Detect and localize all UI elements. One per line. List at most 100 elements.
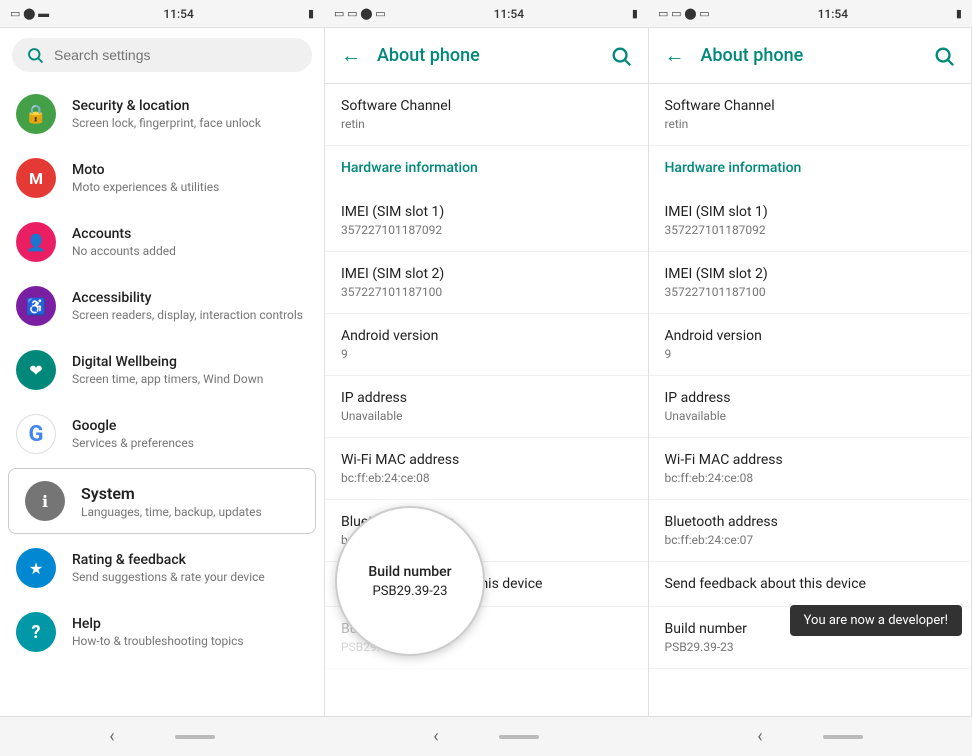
- right-ip-title: IP address: [665, 390, 956, 406]
- right-panel-title: About phone: [701, 45, 918, 66]
- battery-left: ▮: [308, 7, 314, 20]
- search-input[interactable]: [54, 47, 298, 63]
- sidebar-item-accounts[interactable]: 👤 Accounts No accounts added: [0, 210, 324, 274]
- sidebar-item-help[interactable]: ? Help How-to & troubleshooting topics: [0, 600, 324, 664]
- accessibility-subtitle: Screen readers, display, interaction con…: [72, 308, 308, 322]
- right-ip-value: Unavailable: [665, 409, 956, 423]
- middle-android-version[interactable]: Android version 9: [325, 314, 648, 376]
- right-send-feedback[interactable]: Send feedback about this device: [649, 562, 972, 607]
- status-icons-right: ▭ ▭ ⬤ ▭: [658, 7, 710, 20]
- nav-back-right[interactable]: ‹: [757, 726, 762, 747]
- right-search-icon[interactable]: [933, 45, 955, 67]
- middle-imei1[interactable]: IMEI (SIM slot 1) 357227101187092: [325, 190, 648, 252]
- sidebar-item-moto[interactable]: M Moto Moto experiences & utilities: [0, 146, 324, 210]
- middle-wifi-value: bc:ff:eb:24:ce:08: [341, 471, 632, 485]
- build-circle-value: PSB29.39-23: [373, 584, 448, 599]
- right-bluetooth[interactable]: Bluetooth address bc:ff:eb:24:ce:07: [649, 500, 972, 562]
- search-bar-container[interactable]: [12, 38, 312, 72]
- middle-software-channel-value: retin: [341, 117, 632, 131]
- right-build-value: PSB29.39-23: [665, 640, 956, 654]
- system-title: System: [81, 484, 299, 503]
- notification-icons-mid: ▭ ▭ ⬤ ▭: [334, 7, 386, 20]
- status-panel-mid: ▭ ▭ ⬤ ▭ 11:54 ▮: [324, 0, 648, 27]
- right-imei2-title: IMEI (SIM slot 2): [665, 266, 956, 282]
- middle-imei2[interactable]: IMEI (SIM slot 2) 357227101187100: [325, 252, 648, 314]
- help-text: Help How-to & troubleshooting topics: [72, 616, 308, 648]
- status-time-left: 11:54: [163, 7, 193, 21]
- nav-home-left[interactable]: [175, 735, 215, 739]
- google-subtitle: Services & preferences: [72, 436, 308, 450]
- accessibility-icon: ♿: [16, 286, 56, 326]
- middle-ip-value: Unavailable: [341, 409, 632, 423]
- right-software-channel-value: retin: [665, 117, 956, 131]
- right-software-channel[interactable]: Software Channel retin: [649, 84, 972, 146]
- help-subtitle: How-to & troubleshooting topics: [72, 634, 308, 648]
- security-subtitle: Screen lock, fingerprint, face unlock: [72, 116, 308, 130]
- notification-icons: ▭ ⬤ ▬: [10, 7, 49, 20]
- status-panel-right: ▭ ▭ ⬤ ▭ 11:54 ▮: [648, 0, 972, 27]
- nav-home-mid[interactable]: [499, 735, 539, 739]
- digital-wellbeing-subtitle: Screen time, app timers, Wind Down: [72, 372, 308, 386]
- right-software-channel-title: Software Channel: [665, 98, 956, 114]
- system-subtitle: Languages, time, backup, updates: [81, 505, 299, 519]
- accounts-icon: 👤: [16, 222, 56, 262]
- right-android-value: 9: [665, 347, 956, 361]
- middle-ip-title: IP address: [341, 390, 632, 406]
- accessibility-text: Accessibility Screen readers, display, i…: [72, 290, 308, 322]
- battery-mid: ▮: [632, 7, 638, 20]
- digital-wellbeing-text: Digital Wellbeing Screen time, app timer…: [72, 354, 308, 386]
- middle-android-title: Android version: [341, 328, 632, 344]
- middle-search-icon[interactable]: [610, 45, 632, 67]
- right-ip-address[interactable]: IP address Unavailable: [649, 376, 972, 438]
- accessibility-title: Accessibility: [72, 290, 308, 306]
- notification-icons-right: ▭ ▭ ⬤ ▭: [658, 7, 710, 20]
- system-text: System Languages, time, backup, updates: [81, 484, 299, 519]
- digital-wellbeing-icon: ❤: [16, 350, 56, 390]
- sidebar-item-rating[interactable]: ★ Rating & feedback Send suggestions & r…: [0, 536, 324, 600]
- sidebar-item-accessibility[interactable]: ♿ Accessibility Screen readers, display,…: [0, 274, 324, 338]
- right-imei2[interactable]: IMEI (SIM slot 2) 357227101187100: [649, 252, 972, 314]
- sidebar-item-google[interactable]: G Google Services & preferences: [0, 402, 324, 466]
- right-wifi-value: bc:ff:eb:24:ce:08: [665, 471, 956, 485]
- rating-icon: ★: [16, 548, 56, 588]
- right-wifi-mac[interactable]: Wi-Fi MAC address bc:ff:eb:24:ce:08: [649, 438, 972, 500]
- moto-subtitle: Moto experiences & utilities: [72, 180, 308, 194]
- status-icons-left: ▭ ⬤ ▬: [10, 7, 49, 20]
- google-g: G: [29, 422, 44, 447]
- moto-icon: M: [16, 158, 56, 198]
- right-android-title: Android version: [665, 328, 956, 344]
- middle-wifi-mac[interactable]: Wi-Fi MAC address bc:ff:eb:24:ce:08: [325, 438, 648, 500]
- right-imei1-title: IMEI (SIM slot 1): [665, 204, 956, 220]
- status-bar: ▭ ⬤ ▬ 11:54 ▮ ▭ ▭ ⬤ ▭ 11:54 ▮ ▭ ▭ ⬤ ▭ 11…: [0, 0, 972, 28]
- main-content: 🔒 Security & location Screen lock, finge…: [0, 28, 972, 716]
- status-icons-mid: ▭ ▭ ⬤ ▭: [334, 7, 386, 20]
- security-text: Security & location Screen lock, fingerp…: [72, 98, 308, 130]
- middle-back-button[interactable]: ←: [341, 43, 361, 68]
- middle-panel-title: About phone: [377, 45, 594, 66]
- middle-android-value: 9: [341, 347, 632, 361]
- right-bluetooth-value: bc:ff:eb:24:ce:07: [665, 533, 956, 547]
- middle-hardware-header: Hardware information: [325, 146, 648, 190]
- nav-back-left[interactable]: ‹: [109, 726, 114, 747]
- right-imei1[interactable]: IMEI (SIM slot 1) 357227101187092: [649, 190, 972, 252]
- security-icon: 🔒: [16, 94, 56, 134]
- middle-panel-header: ← About phone: [325, 28, 648, 84]
- middle-imei1-title: IMEI (SIM slot 1): [341, 204, 632, 220]
- right-android-version[interactable]: Android version 9: [649, 314, 972, 376]
- digital-wellbeing-title: Digital Wellbeing: [72, 354, 308, 370]
- system-icon: ℹ: [25, 481, 65, 521]
- middle-software-channel[interactable]: Software Channel retin: [325, 84, 648, 146]
- nav-home-right[interactable]: [823, 735, 863, 739]
- right-bluetooth-title: Bluetooth address: [665, 514, 956, 530]
- settings-list: 🔒 Security & location Screen lock, finge…: [0, 82, 324, 716]
- right-panel-header: ← About phone: [649, 28, 972, 84]
- sidebar-item-security[interactable]: 🔒 Security & location Screen lock, finge…: [0, 82, 324, 146]
- accounts-text: Accounts No accounts added: [72, 226, 308, 258]
- right-back-button[interactable]: ←: [665, 43, 685, 68]
- sidebar-item-digital-wellbeing[interactable]: ❤ Digital Wellbeing Screen time, app tim…: [0, 338, 324, 402]
- right-imei1-value: 357227101187092: [665, 223, 956, 237]
- build-number-circle: Build number PSB29.39-23: [335, 506, 485, 656]
- middle-ip-address[interactable]: IP address Unavailable: [325, 376, 648, 438]
- nav-back-mid[interactable]: ‹: [433, 726, 438, 747]
- sidebar-item-system[interactable]: ℹ System Languages, time, backup, update…: [8, 468, 316, 534]
